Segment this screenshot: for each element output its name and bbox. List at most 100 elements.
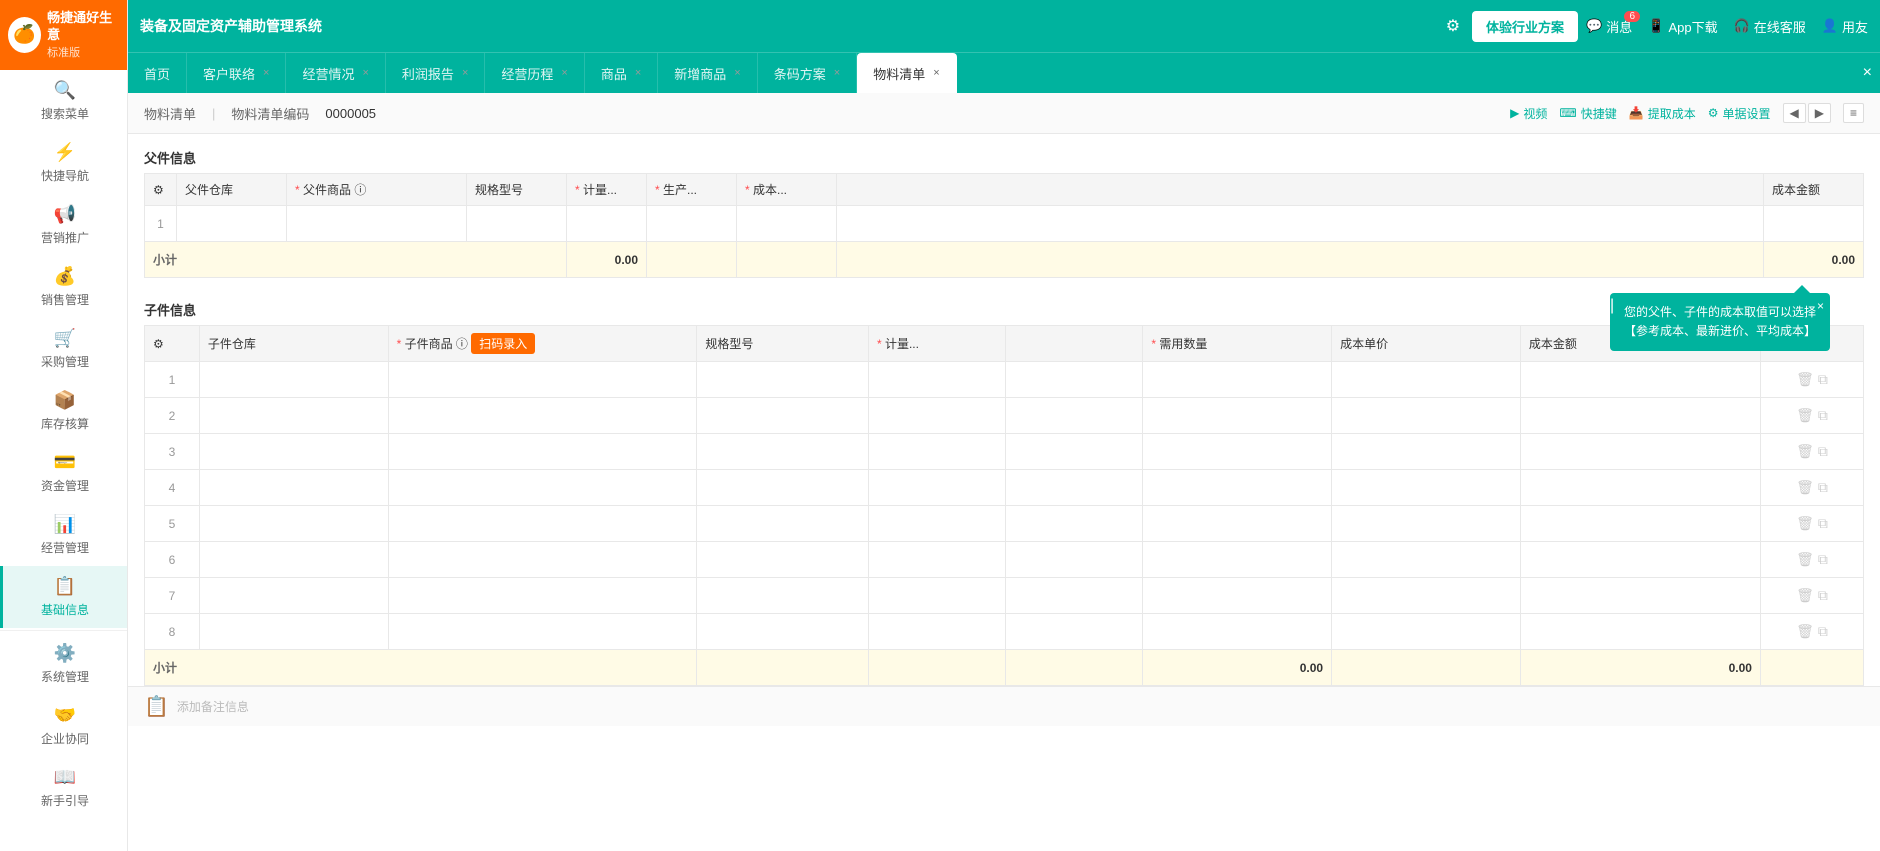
sidebar-item-system[interactable]: ⚙️系统管理 <box>0 633 127 695</box>
child-row-3-needed[interactable] <box>1143 434 1332 470</box>
delete-row-7-icon[interactable]: 🗑 <box>1796 587 1814 604</box>
child-row-3-warehouse[interactable] <box>199 434 388 470</box>
child-row-6-cost-unit[interactable] <box>1332 542 1521 578</box>
sidebar-item-marketing[interactable]: 📢营销推广 <box>0 194 127 256</box>
copy-row-4-icon[interactable]: ⧉ <box>1818 479 1828 496</box>
sidebar-item-guide[interactable]: 📖新手引导 <box>0 757 127 819</box>
trial-button[interactable]: 体验行业方案 <box>1472 11 1578 42</box>
child-row-1-warehouse[interactable] <box>199 362 388 398</box>
copy-row-3-icon[interactable]: ⧉ <box>1818 443 1828 460</box>
parent-row-1-product[interactable] <box>287 206 467 242</box>
delete-row-8-icon[interactable]: 🗑 <box>1796 623 1814 640</box>
video-btn[interactable]: ▶ 视频 <box>1510 105 1547 122</box>
tab-close-barcode[interactable]: × <box>834 67 840 79</box>
pager-next[interactable]: ▶ <box>1808 103 1831 123</box>
tab-close-goods[interactable]: × <box>635 67 641 79</box>
child-row-2-needed[interactable] <box>1143 398 1332 434</box>
sidebar-item-sales[interactable]: 💰销售管理 <box>0 256 127 318</box>
close-all-tabs-icon[interactable]: × <box>1855 64 1880 82</box>
list-view-btn[interactable]: ≡ <box>1843 103 1864 123</box>
tab-ops_status[interactable]: 经营情况× <box>286 53 385 93</box>
tab-home[interactable]: 首页 <box>128 53 187 93</box>
child-row-5-product[interactable] <box>388 506 697 542</box>
child-row-1-cost-unit[interactable] <box>1332 362 1521 398</box>
child-row-5-unit[interactable] <box>868 506 1005 542</box>
child-row-7-cost-unit[interactable] <box>1332 578 1521 614</box>
copy-row-8-icon[interactable]: ⧉ <box>1818 623 1828 640</box>
extract-cost-btn[interactable]: 📥 提取成本 <box>1629 105 1696 122</box>
sidebar-item-quicknav[interactable]: ⚡快捷导航 <box>0 132 127 194</box>
delete-row-4-icon[interactable]: 🗑 <box>1796 479 1814 496</box>
note-placeholder[interactable]: 添加备注信息 <box>177 698 249 715</box>
child-row-5-spec[interactable] <box>697 506 869 542</box>
delete-row-3-icon[interactable]: 🗑 <box>1796 443 1814 460</box>
settings-icon[interactable]: ⚙ <box>1446 16 1460 36</box>
child-row-2-warehouse[interactable] <box>199 398 388 434</box>
sidebar-item-basic[interactable]: 📋基础信息 <box>0 566 127 628</box>
user-btn[interactable]: 👤 用友 <box>1822 17 1868 36</box>
parent-row-1-unit[interactable] <box>567 206 647 242</box>
tab-customer[interactable]: 客户联络× <box>187 53 286 93</box>
child-row-4-needed[interactable] <box>1143 470 1332 506</box>
copy-row-1-icon[interactable]: ⧉ <box>1818 371 1828 388</box>
tab-barcode[interactable]: 条码方案× <box>758 53 857 93</box>
child-row-6-warehouse[interactable] <box>199 542 388 578</box>
child-row-8-product[interactable] <box>388 614 697 650</box>
child-row-2-cost-unit[interactable] <box>1332 398 1521 434</box>
child-row-7-warehouse[interactable] <box>199 578 388 614</box>
parent-row-1-prod[interactable] <box>647 206 737 242</box>
delete-row-5-icon[interactable]: 🗑 <box>1796 515 1814 532</box>
child-row-1-needed[interactable] <box>1143 362 1332 398</box>
child-row-3-cost-unit[interactable] <box>1332 434 1521 470</box>
copy-row-5-icon[interactable]: ⧉ <box>1818 515 1828 532</box>
tab-close-bom[interactable]: × <box>933 67 939 79</box>
child-row-1-spec[interactable] <box>697 362 869 398</box>
tab-close-customer[interactable]: × <box>263 67 269 79</box>
child-row-6-unit[interactable] <box>868 542 1005 578</box>
child-row-8-spec[interactable] <box>697 614 869 650</box>
tab-bom[interactable]: 物料清单× <box>857 53 956 93</box>
sidebar-item-inventory[interactable]: 📦库存核算 <box>0 380 127 442</box>
tab-close-ops_status[interactable]: × <box>362 67 368 79</box>
delete-row-1-icon[interactable]: 🗑 <box>1796 371 1814 388</box>
message-btn[interactable]: 💬 消息 6 <box>1586 17 1632 36</box>
child-row-3-spec[interactable] <box>697 434 869 470</box>
child-row-5-cost-unit[interactable] <box>1332 506 1521 542</box>
delete-row-6-icon[interactable]: 🗑 <box>1796 551 1814 568</box>
child-row-4-spec[interactable] <box>697 470 869 506</box>
child-row-2-unit[interactable] <box>868 398 1005 434</box>
sidebar-item-collab[interactable]: 🤝企业协同 <box>0 695 127 757</box>
copy-row-7-icon[interactable]: ⧉ <box>1818 587 1828 604</box>
parent-row-1-spec[interactable] <box>467 206 567 242</box>
child-row-1-product[interactable] <box>388 362 697 398</box>
tab-close-new_goods[interactable]: × <box>734 67 740 79</box>
sidebar-item-finance[interactable]: 💳资金管理 <box>0 442 127 504</box>
tab-goods[interactable]: 商品× <box>585 53 658 93</box>
child-row-8-warehouse[interactable] <box>199 614 388 650</box>
parent-row-1-cost[interactable] <box>737 206 837 242</box>
copy-row-6-icon[interactable]: ⧉ <box>1818 551 1828 568</box>
child-row-7-spec[interactable] <box>697 578 869 614</box>
child-row-2-spec[interactable] <box>697 398 869 434</box>
child-row-4-product[interactable] <box>388 470 697 506</box>
child-row-3-product[interactable] <box>388 434 697 470</box>
app-download-btn[interactable]: 📱 App下载 <box>1648 17 1717 36</box>
child-row-2-product[interactable] <box>388 398 697 434</box>
delete-row-2-icon[interactable]: 🗑 <box>1796 407 1814 424</box>
child-row-8-cost-unit[interactable] <box>1332 614 1521 650</box>
child-row-4-cost-unit[interactable] <box>1332 470 1521 506</box>
shortcut-btn[interactable]: ⌨ 快捷键 <box>1559 105 1616 122</box>
child-row-4-warehouse[interactable] <box>199 470 388 506</box>
note-icon[interactable]: 📋 <box>144 694 169 719</box>
tab-ops_history[interactable]: 经营历程× <box>485 53 584 93</box>
child-row-6-needed[interactable] <box>1143 542 1332 578</box>
child-row-5-needed[interactable] <box>1143 506 1332 542</box>
child-row-5-warehouse[interactable] <box>199 506 388 542</box>
tab-profit[interactable]: 利润报告× <box>386 53 485 93</box>
pager-prev[interactable]: ◀ <box>1783 103 1806 123</box>
child-row-7-product[interactable] <box>388 578 697 614</box>
child-row-6-product[interactable] <box>388 542 697 578</box>
tab-close-profit[interactable]: × <box>462 67 468 79</box>
copy-row-2-icon[interactable]: ⧉ <box>1818 407 1828 424</box>
child-row-8-unit[interactable] <box>868 614 1005 650</box>
